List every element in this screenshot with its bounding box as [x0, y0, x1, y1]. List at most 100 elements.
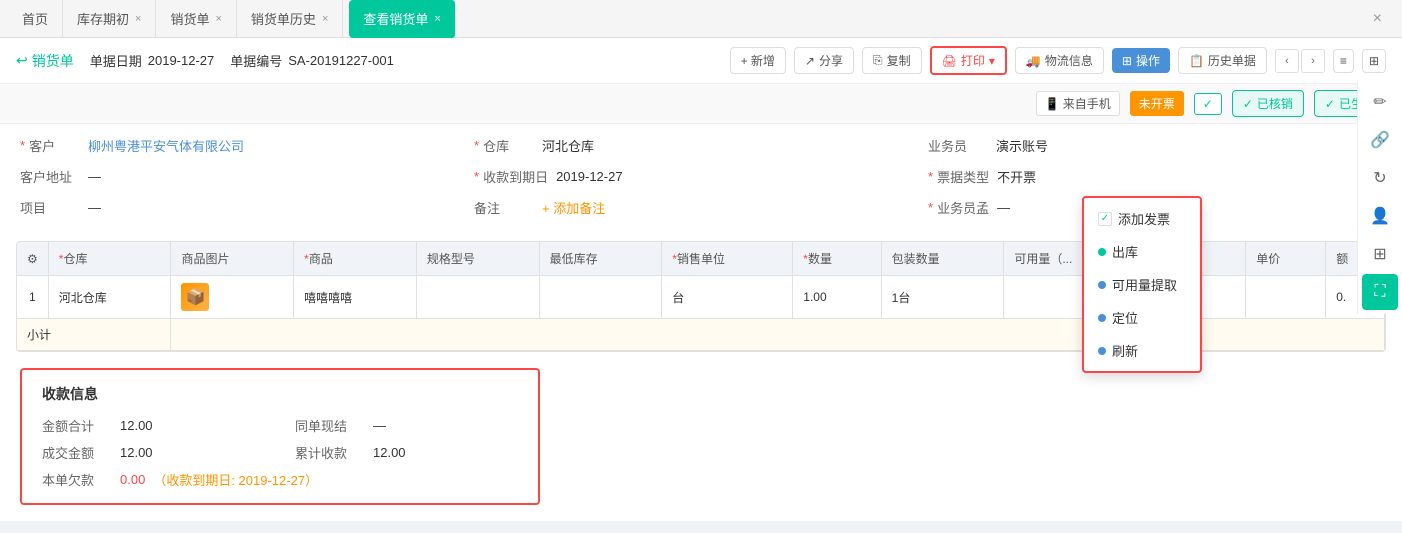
share-icon: ↗ [805, 54, 815, 68]
print-button[interactable]: 🖨 打印 ▾ [930, 46, 1007, 75]
cumulative-payment-value: 12.00 [373, 445, 406, 460]
warehouse-value: 河北仓库 [542, 136, 594, 155]
note-field: 备注 + 添加备注 [474, 198, 928, 217]
tab-close-view-sales[interactable]: × [434, 13, 440, 25]
mobile-icon: 📱 [1045, 97, 1060, 111]
layout-grid-button[interactable]: ⊞ [1362, 49, 1386, 73]
ticket-type-value: 不开票 [997, 167, 1036, 186]
col-warehouse: *仓库 [48, 242, 171, 276]
cell-product: 嘻嘻嘻嘻 [294, 276, 417, 319]
salesperson-value: 演示账号 [996, 136, 1048, 155]
address-field: 客户地址 — [20, 167, 474, 186]
add-button[interactable]: + 新增 [730, 47, 786, 74]
salesperson-field: 业务员 演示账号 [928, 136, 1382, 155]
tab-home[interactable]: 首页 [8, 0, 63, 38]
global-close-button[interactable]: × [1361, 10, 1394, 28]
tab-inventory-init[interactable]: 库存期初 × [63, 0, 156, 38]
history-icon: 📋 [1189, 54, 1204, 68]
right-link-button[interactable]: 🔗 [1362, 122, 1398, 158]
current-owed-row: 本单欠款 0.00 （收款到期日: 2019-12-27） [42, 470, 518, 489]
right-refresh-button[interactable]: ↻ [1362, 160, 1398, 196]
product-img: 📦 [181, 283, 209, 311]
note-add-link[interactable]: + 添加备注 [542, 198, 605, 217]
copy-icon: ⎘ [873, 53, 883, 68]
ticket-type-label: 票据类型 [928, 167, 989, 186]
col-spec: 规格型号 [416, 242, 539, 276]
available-qty-item[interactable]: 可用量提取 [1084, 268, 1200, 301]
subtotal-label: 小计 [17, 319, 171, 351]
warehouse-field: 仓库 河北仓库 [474, 136, 928, 155]
bottom-area: 收款信息 金额合计 12.00 同单现结 — 成交金额 12.00 累计收款 1… [0, 352, 1402, 521]
check-button[interactable]: ✓ [1194, 93, 1222, 115]
blue-dot3-icon [1098, 347, 1106, 355]
col-quantity: *数量 [793, 242, 881, 276]
doc-type-icon: ↩ [16, 52, 28, 69]
not-opened-button[interactable]: 未开票 [1130, 91, 1184, 116]
total-amount-value: 12.00 [120, 418, 153, 433]
customer-field: 客户 柳州粤港平安气体有限公司 [20, 136, 474, 155]
doc-toolbar: ↩ 销货单 单据日期 2019-12-27 单据编号 SA-20191227-0… [0, 38, 1402, 84]
check-circle2-icon: ✓ [1325, 97, 1335, 111]
add-invoice-item[interactable]: ✓ 添加发票 [1084, 202, 1200, 235]
check-icon: ✓ [1203, 97, 1213, 111]
right-panel: ✏ 🔗 ↻ 👤 ⊞ ⛶ [1357, 80, 1402, 314]
salesperson-label: 业务员 [928, 136, 988, 155]
doc-date-meta: 单据日期 2019-12-27 [90, 51, 215, 70]
form-row-1: 客户 柳州粤港平安气体有限公司 仓库 河北仓库 业务员 演示账号 [20, 136, 1382, 155]
cumulative-payment-row: 累计收款 12.00 [295, 443, 518, 462]
outbound-item[interactable]: 出库 [1084, 235, 1200, 268]
tab-close-sales-order[interactable]: × [215, 13, 221, 25]
warehouse-label: 仓库 [474, 136, 534, 155]
tab-view-sales[interactable]: 查看销货单 × [349, 0, 455, 38]
voided-button[interactable]: ✓ 已核销 [1232, 90, 1304, 117]
nav-arrows: ‹ › [1275, 49, 1325, 73]
current-owed-label: 本单欠款 [42, 470, 112, 489]
print-dropdown-arrow: ▾ [989, 54, 995, 68]
tab-sales-history[interactable]: 销货单历史 × [237, 0, 343, 38]
share-button[interactable]: ↗ 分享 [794, 47, 854, 74]
history-button[interactable]: 📋 历史单据 [1178, 47, 1267, 74]
tab-close-sales-history[interactable]: × [322, 13, 328, 25]
cell-product-image: 📦 [171, 276, 294, 319]
right-edit-button[interactable]: ✏ [1362, 84, 1398, 120]
check-circle-icon: ✓ [1243, 97, 1253, 111]
cell-unit-price [1246, 276, 1326, 319]
payment-info-panel: 收款信息 金额合计 12.00 同单现结 — 成交金额 12.00 累计收款 1… [20, 368, 540, 505]
subtotal-values [171, 319, 1385, 351]
same-order-value: — [373, 418, 386, 433]
current-owed-value: 0.00 [120, 472, 145, 487]
right-expand-button[interactable]: ⛶ [1362, 274, 1398, 310]
note-label: 备注 [474, 198, 534, 217]
right-user-button[interactable]: 👤 [1362, 198, 1398, 234]
operation-button[interactable]: ⊞ 操作 [1112, 48, 1170, 73]
doc-toolbar2: 📱 来自手机 未开票 ✓ ✓ 已核销 ✓ 已生效 [0, 84, 1402, 124]
cell-pack-qty: 1台 [881, 276, 1004, 319]
doc-title-area: ↩ 销货单 单据日期 2019-12-27 单据编号 SA-20191227-0… [16, 51, 718, 71]
cell-sales-unit: 台 [662, 276, 793, 319]
payment-date-label: 收款到期日 [474, 167, 548, 186]
layout-list-button[interactable]: ≡ [1333, 49, 1354, 73]
payment-date-value: 2019-12-27 [556, 169, 623, 184]
cumulative-payment-label: 累计收款 [295, 443, 365, 462]
customer-value[interactable]: 柳州粤港平安气体有限公司 [88, 136, 244, 155]
operation-dropdown-menu: ✓ 添加发票 出库 可用量提取 定位 刷新 [1082, 196, 1202, 373]
copy-button[interactable]: ⎘ 复制 [862, 47, 922, 74]
tab-close-inventory-init[interactable]: × [135, 13, 141, 25]
transaction-amount-row: 成交金额 12.00 [42, 443, 265, 462]
toolbar-actions: + 新增 ↗ 分享 ⎘ 复制 🖨 打印 ▾ 🚚 物流信息 ⊞ 操作 [730, 46, 1386, 75]
from-mobile-button[interactable]: 📱 来自手机 [1036, 91, 1120, 116]
cell-seq: 1 [17, 276, 48, 319]
tab-sales-order[interactable]: 销货单 × [156, 0, 236, 38]
right-copy-button[interactable]: ⊞ [1362, 236, 1398, 272]
logistics-button[interactable]: 🚚 物流信息 [1015, 47, 1104, 74]
salesperson2-label: 业务员孟 [928, 198, 989, 217]
same-order-label: 同单现结 [295, 416, 365, 435]
refresh-item[interactable]: 刷新 [1084, 334, 1200, 367]
prev-button[interactable]: ‹ [1275, 49, 1299, 73]
next-button[interactable]: › [1301, 49, 1325, 73]
project-value: — [88, 200, 101, 215]
locate-item[interactable]: 定位 [1084, 301, 1200, 334]
total-amount-label: 金额合计 [42, 416, 112, 435]
transaction-amount-value: 12.00 [120, 445, 153, 460]
same-order-row: 同单现结 — [295, 416, 518, 435]
